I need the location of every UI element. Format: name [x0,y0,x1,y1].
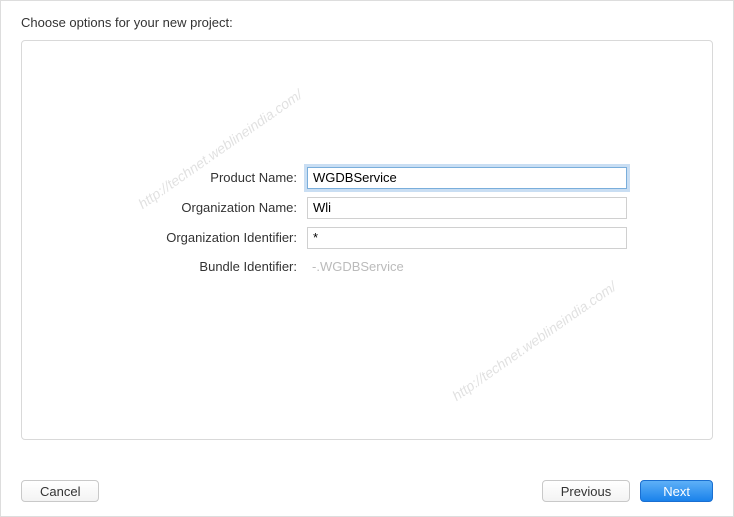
next-button[interactable]: Next [640,480,713,502]
organization-identifier-row: Organization Identifier: [87,227,647,249]
product-name-label: Product Name: [107,170,307,185]
organization-name-row: Organization Name: [87,197,647,219]
content-area: http://technet.weblineindia.com/ http://… [21,40,713,440]
bundle-identifier-label: Bundle Identifier: [107,259,307,274]
bundle-identifier-row: Bundle Identifier: -.WGDBService [87,257,647,276]
previous-button[interactable]: Previous [542,480,631,502]
organization-name-label: Organization Name: [107,200,307,215]
product-name-row: Product Name: [87,167,647,189]
watermark-text: http://technet.weblineindia.com/ [449,278,619,404]
bundle-identifier-value: -.WGDBService [307,257,627,276]
project-options-form: Product Name: Organization Name: Organiz… [87,167,647,284]
dialog-title: Choose options for your new project: [1,1,733,40]
product-name-input[interactable] [307,167,627,189]
organization-identifier-label: Organization Identifier: [107,230,307,245]
organization-name-input[interactable] [307,197,627,219]
organization-identifier-input[interactable] [307,227,627,249]
button-bar: Cancel Previous Next [1,466,733,516]
cancel-button[interactable]: Cancel [21,480,99,502]
